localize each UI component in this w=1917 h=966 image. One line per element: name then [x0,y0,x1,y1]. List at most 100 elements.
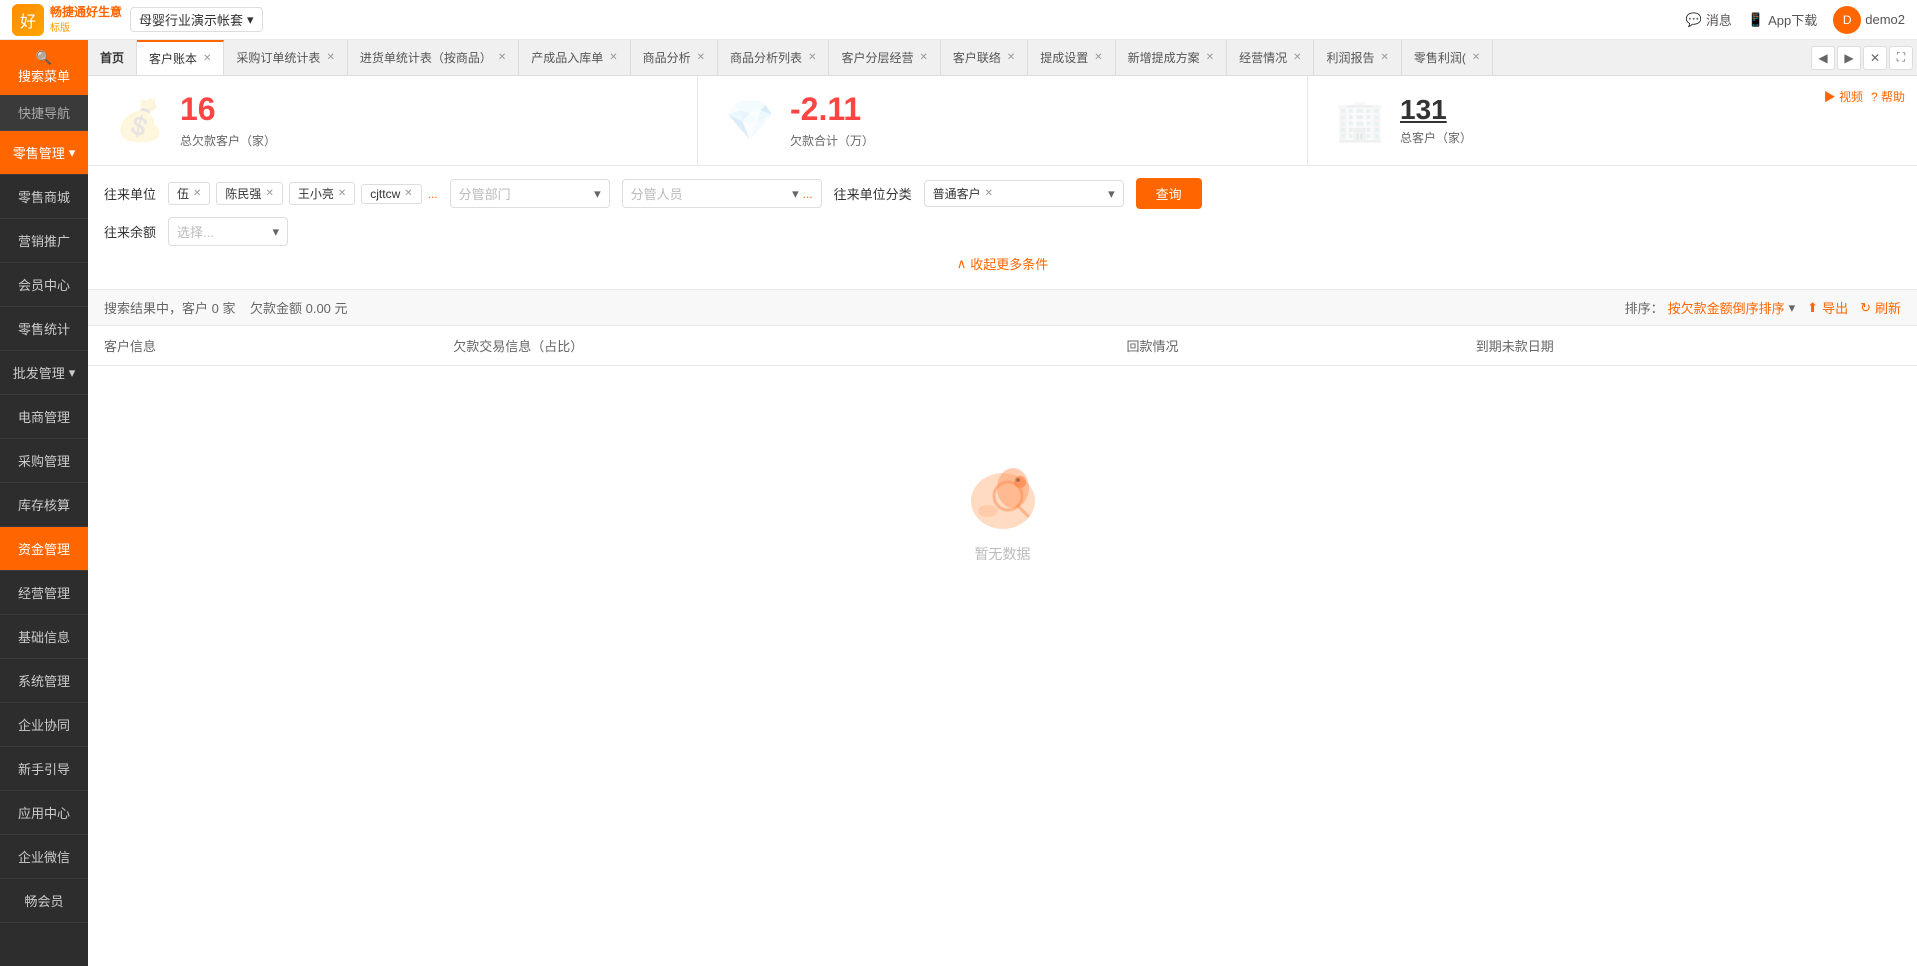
tab-raise-settings[interactable]: 提成设置 ✕ [1028,40,1115,75]
remove-tag-wang[interactable]: ✕ [338,188,346,199]
tab-profit-report[interactable]: 利润报告 ✕ [1314,40,1401,75]
sidebar-item-retail-stat[interactable]: 零售统计 [0,307,88,351]
sidebar-item-purchase[interactable]: 采购管理 [0,439,88,483]
tab-close-customer-debt[interactable]: ✕ [203,53,211,64]
remove-tag-wu[interactable]: ✕ [193,188,201,199]
query-button[interactable]: 查询 [1136,178,1202,209]
tab-close-purchase[interactable]: ✕ [326,52,334,63]
video-button[interactable]: ▶ 视频 [1824,88,1863,105]
remove-tag-chen[interactable]: ✕ [265,188,273,199]
tab-close-new-raise[interactable]: ✕ [1206,52,1214,63]
tab-next-button[interactable]: ▶ [1837,46,1861,70]
logo-icon: 好 [12,4,44,36]
sidebar-item-enterprise[interactable]: 企业协同 [0,703,88,747]
tab-goods-purchase-stat[interactable]: 进货单统计表（按商品） ✕ [348,40,519,75]
collapse-button[interactable]: ∧ 收起更多条件 [104,254,1901,273]
tab-close-goods-stat[interactable]: ✕ [498,52,506,63]
sidebar-search[interactable]: 🔍 搜索菜单 [0,40,88,95]
tab-operations-status[interactable]: 经营情况 ✕ [1227,40,1314,75]
user-avatar[interactable]: D demo2 [1833,6,1905,34]
empty-row: 暂无数据 [88,366,1917,645]
sort-select[interactable]: 排序： 按欠款金额倒序排序 ▾ [1625,298,1796,317]
tab-close-contact[interactable]: ✕ [1007,52,1015,63]
tab-close-retail[interactable]: ✕ [1472,52,1480,63]
col-repayment: 回款情况 [1111,326,1460,366]
sidebar-item-retail-mgmt[interactable]: 零售管理 ▾ [0,131,88,175]
tab-close-goods-analysis[interactable]: ✕ [697,52,705,63]
tab-close-cost[interactable]: ✕ [609,52,617,63]
sidebar-item-finance[interactable]: 资金管理 [0,527,88,571]
export-button[interactable]: ⬆ 导出 [1807,298,1848,317]
table-header-row: 客户信息 欠款交易信息（占比） 回款情况 到期未款日期 [88,326,1917,366]
dept-chevron-icon: ▾ [594,186,601,202]
refresh-button[interactable]: ↻ 刷新 [1860,298,1901,317]
stat-values-count: 131 总客户（家） [1400,95,1472,147]
account-selector[interactable]: 母婴行业演示帐套 ▾ [130,7,263,32]
filter-more-tags[interactable]: ... [428,187,438,201]
logo-area: 好 畅捷通好生意 标版 [12,4,122,36]
tab-cost-entry[interactable]: 产成品入库单 ✕ [519,40,630,75]
sidebar-item-operations[interactable]: 经营管理 [0,571,88,615]
tab-goods-analysis[interactable]: 商品分析 ✕ [631,40,718,75]
remove-tag-normal[interactable]: ✕ [985,188,993,199]
tab-close-goods-list[interactable]: ✕ [808,52,816,63]
tab-nav-buttons: ◀ ▶ ✕ ⛶ [1807,46,1917,70]
app-download-button[interactable]: 📱 App下载 [1748,10,1817,29]
logo-text: 畅捷通好生意 标版 [50,5,122,34]
filter-tag-chen[interactable]: 陈民强 ✕ [216,182,282,205]
sidebar-item-marketing[interactable]: 营销推广 [0,219,88,263]
manager-more[interactable]: ... [803,187,813,201]
sidebar-item-newbie[interactable]: 新手引导 [0,747,88,791]
filter-tag-cjttcw[interactable]: cjttcw ✕ [361,184,421,204]
sidebar: 🔍 搜索菜单 快捷导航 零售管理 ▾ 零售商城 营销推广 会员中心 零售统计 批… [0,40,88,966]
sidebar-item-wholesale[interactable]: 批发管理 ▾ [0,351,88,395]
tab-home[interactable]: 首页 [88,40,137,75]
help-button[interactable]: ? 帮助 [1871,88,1905,105]
sidebar-item-ecommerce[interactable]: 电商管理 [0,395,88,439]
stat-side-buttons: ▶ 视频 ? 帮助 [1824,88,1905,105]
tab-close-ops[interactable]: ✕ [1293,52,1301,63]
debt-total-number: -2.11 [790,92,874,127]
sidebar-item-retail-store[interactable]: 零售商城 [0,175,88,219]
tab-maximize-button[interactable]: ⛶ [1889,46,1913,70]
manager-filter-select[interactable]: 分管人员 ▾ ... [622,179,822,208]
tab-goods-analysis-list[interactable]: 商品分析列表 ✕ [718,40,829,75]
filter-tag-wang[interactable]: 王小亮 ✕ [289,182,355,205]
tab-prev-button[interactable]: ◀ [1811,46,1835,70]
debt-icon: 💎 [722,93,778,149]
category-filter-select[interactable]: 普通客户 ✕ ▾ [924,180,1124,207]
sidebar-item-wechat[interactable]: 企业微信 [0,835,88,879]
tab-retail-profit[interactable]: 零售利润( ✕ [1402,40,1493,75]
refresh-icon: ↻ [1860,300,1871,316]
tab-close-profit[interactable]: ✕ [1381,52,1389,63]
total-count-label: 总客户（家） [1400,129,1472,146]
balance-filter-select[interactable]: 选择... ▾ [168,217,288,246]
dept-filter-select[interactable]: 分管部门 ▾ [450,179,610,208]
company-filter-label: 往来单位 [104,184,156,203]
message-button[interactable]: 💬 消息 [1686,10,1732,29]
sidebar-item-inventory[interactable]: 库存核算 [0,483,88,527]
sidebar-item-basic-info[interactable]: 基础信息 [0,615,88,659]
sidebar-item-system[interactable]: 系统管理 [0,659,88,703]
tab-close-all-button[interactable]: ✕ [1863,46,1887,70]
tab-customer-contact[interactable]: 客户联络 ✕ [941,40,1028,75]
sidebar-quick-nav[interactable]: 快捷导航 [0,95,88,131]
sidebar-item-app-center[interactable]: 应用中心 [0,791,88,835]
tab-customer-debt[interactable]: 客户账本 ✕ [137,40,224,75]
stat-values-customers: 16 总欠款客户（家） [180,92,276,148]
filter-tag-normal-customer[interactable]: 普通客户 ✕ [933,185,993,202]
sidebar-item-member[interactable]: 会员中心 [0,263,88,307]
tab-new-raise-plan[interactable]: 新增提成方案 ✕ [1116,40,1227,75]
stat-debt-total: 💎 -2.11 欠款合计（万） [698,76,1308,165]
col-due-date: 到期未款日期 [1460,326,1917,366]
sidebar-item-vip[interactable]: 畅会员 [0,879,88,923]
chevron-down-icon: ▾ [247,12,254,28]
tab-close-raise[interactable]: ✕ [1094,52,1102,63]
tab-close-segment[interactable]: ✕ [919,52,927,63]
remove-tag-cjttcw[interactable]: ✕ [404,188,412,199]
top-bar-right: 💬 消息 📱 App下载 D demo2 [1686,6,1905,34]
filter-row-2: 往来余额 选择... ▾ [104,217,1901,246]
tab-purchase-order[interactable]: 采购订单统计表 ✕ [224,40,347,75]
filter-tag-wu[interactable]: 伍 ✕ [168,182,210,205]
tab-customer-segment[interactable]: 客户分层经营 ✕ [829,40,940,75]
